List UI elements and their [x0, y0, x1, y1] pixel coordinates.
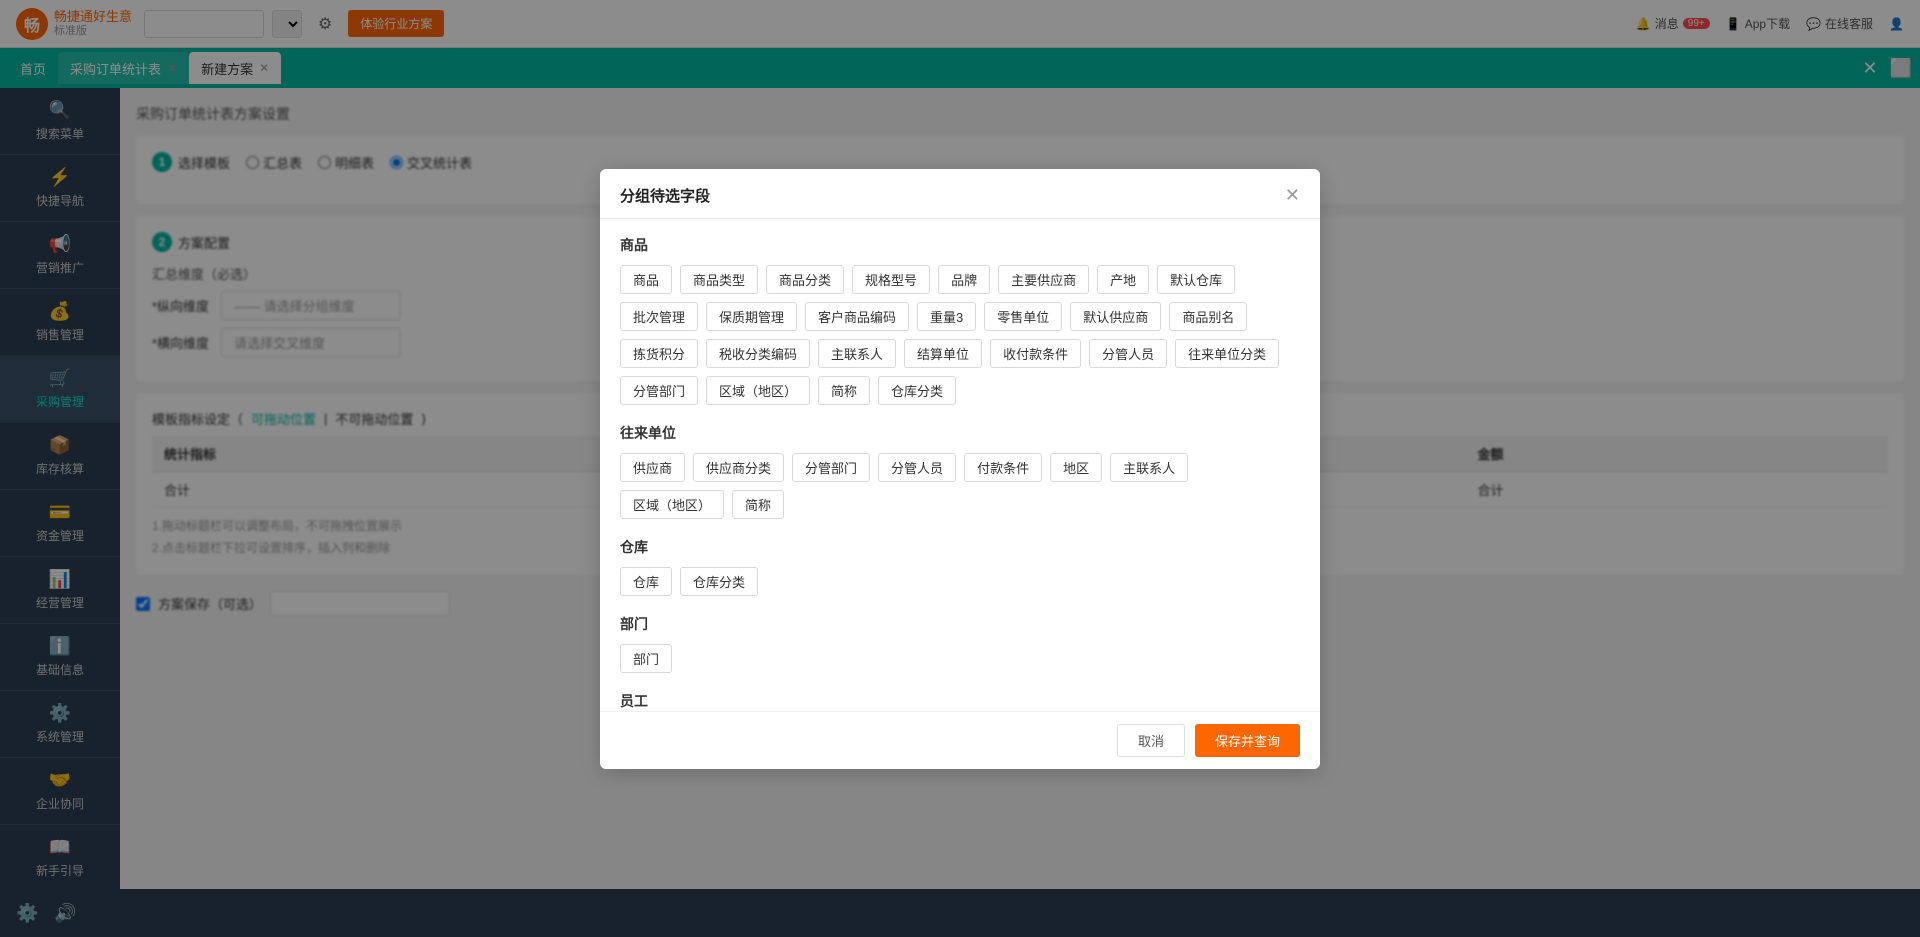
field-tag[interactable]: 分管人员: [878, 453, 956, 482]
field-tags: 部门: [620, 644, 1300, 673]
field-tag[interactable]: 部门: [620, 644, 672, 673]
field-tag[interactable]: 收付款条件: [990, 339, 1081, 368]
field-tag[interactable]: 供应商: [620, 453, 685, 482]
field-group-部门: 部门部门: [620, 614, 1300, 673]
field-tag[interactable]: 简称: [818, 376, 870, 405]
field-tag[interactable]: 主要供应商: [998, 265, 1089, 294]
field-group-员工: 员工业务员: [620, 691, 1300, 711]
field-tag[interactable]: 付款条件: [964, 453, 1042, 482]
field-tag[interactable]: 保质期管理: [706, 302, 797, 331]
field-group-title: 仓库: [620, 537, 1300, 557]
field-tag[interactable]: 拣货积分: [620, 339, 698, 368]
field-tag[interactable]: 税收分类编码: [706, 339, 810, 368]
field-tag[interactable]: 商品: [620, 265, 672, 294]
field-tag[interactable]: 商品别名: [1169, 302, 1247, 331]
field-tag[interactable]: 商品分类: [766, 265, 844, 294]
modal-body: 商品商品商品类型商品分类规格型号品牌主要供应商产地默认仓库批次管理保质期管理客户…: [600, 219, 1320, 711]
field-tag[interactable]: 主联系人: [1110, 453, 1188, 482]
field-tags: 供应商供应商分类分管部门分管人员付款条件地区主联系人区域（地区） 简称: [620, 453, 1300, 519]
modal-footer: 取消 保存并查询: [600, 711, 1320, 769]
field-tags: 仓库仓库分类: [620, 567, 1300, 596]
field-group-往来单位: 往来单位供应商供应商分类分管部门分管人员付款条件地区主联系人区域（地区） 简称: [620, 423, 1300, 519]
field-tag[interactable]: 默认供应商: [1070, 302, 1161, 331]
field-tag[interactable]: 仓库分类: [680, 567, 758, 596]
modal-dialog: 分组待选字段 ✕ 商品商品商品类型商品分类规格型号品牌主要供应商产地默认仓库批次…: [600, 169, 1320, 769]
field-tag[interactable]: 规格型号: [852, 265, 930, 294]
modal-header: 分组待选字段 ✕: [600, 169, 1320, 219]
field-tag[interactable]: 简称: [732, 490, 784, 519]
field-tag[interactable]: 地区: [1050, 453, 1102, 482]
field-tag[interactable]: 结算单位: [904, 339, 982, 368]
modal-close-icon[interactable]: ✕: [1285, 185, 1300, 206]
save-button[interactable]: 保存并查询: [1195, 724, 1300, 757]
field-group-title: 部门: [620, 614, 1300, 634]
field-tag[interactable]: 品牌: [938, 265, 990, 294]
field-tag[interactable]: 零售单位: [984, 302, 1062, 331]
field-tag[interactable]: 分管人员: [1089, 339, 1167, 368]
field-group-title: 往来单位: [620, 423, 1300, 443]
modal-title: 分组待选字段: [620, 185, 710, 206]
cancel-button[interactable]: 取消: [1117, 724, 1185, 757]
modal-overlay: 分组待选字段 ✕ 商品商品商品类型商品分类规格型号品牌主要供应商产地默认仓库批次…: [0, 0, 1920, 937]
field-tag[interactable]: 分管部门: [792, 453, 870, 482]
field-tag[interactable]: 主联系人: [818, 339, 896, 368]
field-group-title: 员工: [620, 691, 1300, 711]
field-tag[interactable]: 批次管理: [620, 302, 698, 331]
field-tag[interactable]: 供应商分类: [693, 453, 784, 482]
field-tag[interactable]: 区域（地区）: [706, 376, 810, 405]
field-tag[interactable]: 仓库: [620, 567, 672, 596]
field-tag[interactable]: 默认仓库: [1157, 265, 1235, 294]
field-group-title: 商品: [620, 235, 1300, 255]
field-tag[interactable]: 商品类型: [680, 265, 758, 294]
field-tag[interactable]: 重量3: [917, 302, 976, 331]
field-tag[interactable]: 分管部门: [620, 376, 698, 405]
field-tag[interactable]: 区域（地区）: [620, 490, 724, 519]
field-tag[interactable]: 客户商品编码: [805, 302, 909, 331]
field-tag[interactable]: 产地: [1097, 265, 1149, 294]
field-group-商品: 商品商品商品类型商品分类规格型号品牌主要供应商产地默认仓库批次管理保质期管理客户…: [620, 235, 1300, 405]
field-tag[interactable]: 仓库分类: [878, 376, 956, 405]
field-tag[interactable]: 往来单位分类: [1175, 339, 1279, 368]
field-tags: 商品商品类型商品分类规格型号品牌主要供应商产地默认仓库批次管理保质期管理客户商品…: [620, 265, 1300, 405]
field-group-仓库: 仓库仓库仓库分类: [620, 537, 1300, 596]
